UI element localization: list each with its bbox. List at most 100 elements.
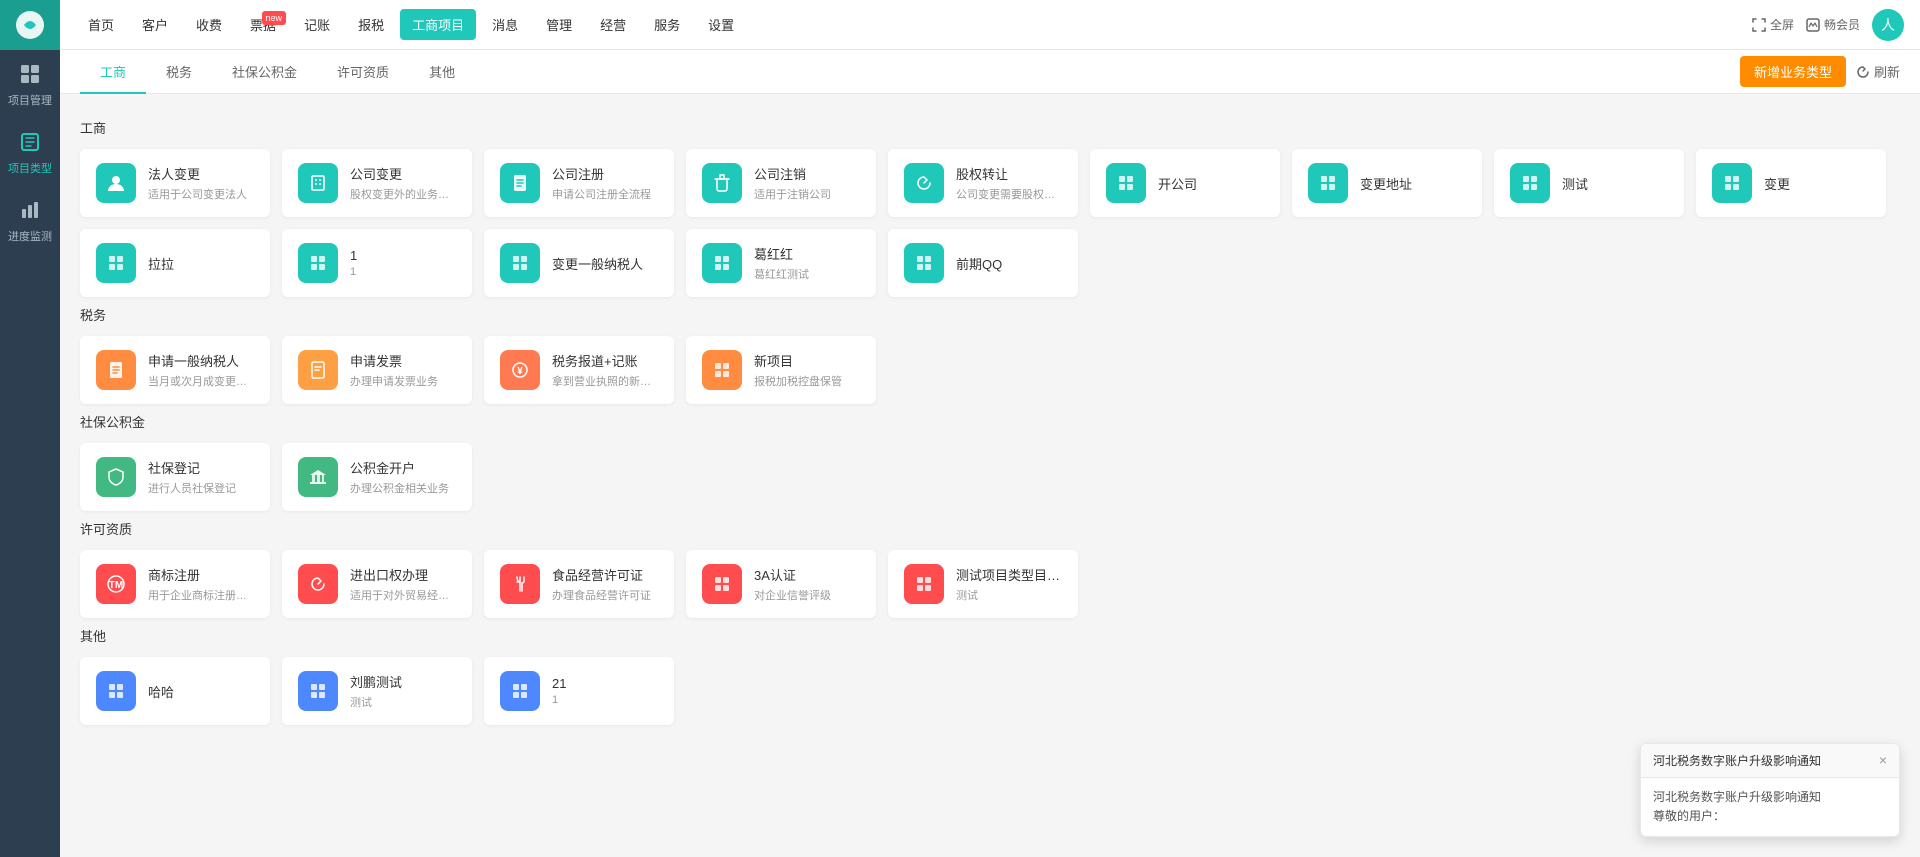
fullscreen-btn[interactable]: 全屏 — [1752, 16, 1794, 33]
vip-btn[interactable]: 畅会员 — [1806, 16, 1860, 33]
nav-home[interactable]: 首页 — [76, 9, 126, 40]
refresh-button[interactable]: 刷新 — [1856, 62, 1900, 81]
refresh-icon — [1856, 65, 1870, 79]
card-3a-cert[interactable]: 3A认证对企业信誉评级 — [686, 550, 876, 618]
nav-operation[interactable]: 经营 — [588, 9, 638, 40]
section-title-tax-section: 税务 — [80, 305, 1900, 324]
nav-accounting[interactable]: 记账 — [292, 9, 342, 40]
card-name-open-company: 开公司 — [1158, 174, 1264, 193]
card-name-company-cancel: 公司注销 — [754, 164, 860, 183]
sidebar-item-project-manage[interactable]: 项目管理 — [0, 50, 60, 118]
content-area: 工商 税务 社保公积金 许可资质 其他 新增业务类型 刷新 工商法人变更适用于公… — [60, 50, 1920, 857]
ticket-badge: new — [262, 11, 287, 25]
nav-service[interactable]: 服务 — [642, 9, 692, 40]
card-food-license[interactable]: 食品经营许可证办理食品经营许可证 — [484, 550, 674, 618]
card-name-apply-general-taxpayer: 申请一般纳税人 — [148, 351, 254, 370]
card-icon-trademark-register: TM — [96, 564, 136, 604]
card-icon-open-company — [1106, 163, 1146, 203]
page-content: 工商法人变更适用于公司变更法人公司变更股权变更外的业务变更公司注册申请公司注册全… — [60, 94, 1920, 857]
card-desc-company-cancel: 适用于注销公司 — [754, 186, 860, 202]
card-social-register[interactable]: 社保登记进行人员社保登记 — [80, 443, 270, 511]
card-haha[interactable]: 哈哈 — [80, 657, 270, 725]
card-name-social-register: 社保登记 — [148, 458, 254, 477]
card-icon-gehonghong — [702, 243, 742, 283]
card-desc-import-export: 适用于对外贸易经营者 — [350, 587, 456, 603]
card-apply-general-taxpayer[interactable]: 申请一般纳税人当月或次月成变更完成 — [80, 336, 270, 404]
sub-tabs-right: 新增业务类型 刷新 — [1740, 56, 1900, 87]
card-company-register[interactable]: 公司注册申请公司注册全流程 — [484, 149, 674, 217]
card-gehonghong[interactable]: 葛红红葛红红测试 — [686, 229, 876, 297]
notification-body: 河北税务数字账户升级影响通知 尊敬的用户： — [1641, 778, 1899, 836]
tab-other[interactable]: 其他 — [409, 50, 475, 94]
card-name-liupeng-test: 刘鹏测试 — [350, 672, 456, 691]
card-icon-lala — [96, 243, 136, 283]
card-name-trademark-register: 商标注册 — [148, 565, 254, 584]
card-new-project[interactable]: 新项目报税加税控盘保管 — [686, 336, 876, 404]
card-legal-change[interactable]: 法人变更适用于公司变更法人 — [80, 149, 270, 217]
nav-manage[interactable]: 管理 — [534, 9, 584, 40]
sidebar-item-project-type[interactable]: 项目类型 — [0, 118, 60, 186]
card-desc-legal-change: 适用于公司变更法人 — [148, 186, 254, 202]
card-desc-social-register: 进行人员社保登记 — [148, 480, 254, 496]
card-name-import-export: 进出口权办理 — [350, 565, 456, 584]
nav-client[interactable]: 客户 — [130, 9, 180, 40]
card-name-company-register: 公司注册 — [552, 164, 658, 183]
card-name-legal-change: 法人变更 — [148, 164, 254, 183]
card-desc-apply-general-taxpayer: 当月或次月成变更完成 — [148, 373, 254, 389]
card-desc-trademark-register: 用于企业商标注册服务 — [148, 587, 254, 603]
card-icon-company-change — [298, 163, 338, 203]
tab-social-fund[interactable]: 社保公积金 — [212, 50, 317, 94]
card-tax-report-accounting[interactable]: ¥税务报道+记账拿到营业执照的新公司 — [484, 336, 674, 404]
nav-message[interactable]: 消息 — [480, 9, 530, 40]
notification-title: 河北税务数字账户升级影响通知 — [1653, 752, 1821, 769]
card-desc-test-type-def: 测试 — [956, 587, 1062, 603]
card-icon-legal-change — [96, 163, 136, 203]
nav-ticket[interactable]: 票据 new — [238, 9, 288, 40]
card-name-test-type-def: 测试项目类型目定义 — [956, 565, 1062, 584]
card-change-taxpayer[interactable]: 变更一般纳税人 — [484, 229, 674, 297]
card-icon-fund-account — [298, 457, 338, 497]
section-title-industry-section: 工商 — [80, 118, 1900, 137]
card-desc-item-21: 1 — [552, 694, 658, 706]
card-company-change[interactable]: 公司变更股权变更外的业务变更 — [282, 149, 472, 217]
user-avatar[interactable]: 人 — [1872, 9, 1904, 41]
card-import-export[interactable]: 进出口权办理适用于对外贸易经营者 — [282, 550, 472, 618]
card-change[interactable]: 变更 — [1696, 149, 1886, 217]
card-lala[interactable]: 拉拉 — [80, 229, 270, 297]
new-type-button[interactable]: 新增业务类型 — [1740, 56, 1846, 87]
card-apply-invoice[interactable]: 申请发票办理申请发票业务 — [282, 336, 472, 404]
section-title-license-section: 许可资质 — [80, 519, 1900, 538]
card-desc-company-change: 股权变更外的业务变更 — [350, 186, 456, 202]
card-name-tax-report-accounting: 税务报道+记账 — [552, 351, 658, 370]
cards-grid-social-fund-section: 社保登记进行人员社保登记公积金开户办理公积金相关业务 — [80, 443, 1900, 511]
card-trademark-register[interactable]: TM 商标注册用于企业商标注册服务 — [80, 550, 270, 618]
card-company-cancel[interactable]: 公司注销适用于注销公司 — [686, 149, 876, 217]
nav-settings[interactable]: 设置 — [696, 9, 746, 40]
card-name-company-change: 公司变更 — [350, 164, 456, 183]
card-item-21[interactable]: 211 — [484, 657, 674, 725]
nav-tax[interactable]: 报税 — [346, 9, 396, 40]
card-item-1[interactable]: 11 — [282, 229, 472, 297]
nav-billing[interactable]: 收费 — [184, 9, 234, 40]
card-change-address[interactable]: 变更地址 — [1292, 149, 1482, 217]
card-pre-qq[interactable]: 前期QQ — [888, 229, 1078, 297]
tab-license[interactable]: 许可资质 — [317, 50, 409, 94]
card-icon-liupeng-test — [298, 671, 338, 711]
tab-industry[interactable]: 工商 — [80, 50, 146, 94]
card-fund-account[interactable]: 公积金开户办理公积金相关业务 — [282, 443, 472, 511]
card-icon-change — [1712, 163, 1752, 203]
nav-industry[interactable]: 工商项目 — [400, 9, 476, 40]
card-icon-company-cancel — [702, 163, 742, 203]
card-icon-company-register — [500, 163, 540, 203]
notification-popup: 河北税务数字账户升级影响通知 × 河北税务数字账户升级影响通知 尊敬的用户： — [1640, 743, 1900, 837]
card-open-company[interactable]: 开公司 — [1090, 149, 1280, 217]
vip-icon — [1806, 18, 1820, 32]
card-test[interactable]: 测试 — [1494, 149, 1684, 217]
sidebar-item-progress-monitor[interactable]: 进度监测 — [0, 186, 60, 254]
card-liupeng-test[interactable]: 刘鹏测试测试 — [282, 657, 472, 725]
tab-tax[interactable]: 税务 — [146, 50, 212, 94]
card-equity-transfer[interactable]: 股权转让公司变更需要股权转让 — [888, 149, 1078, 217]
notification-close-btn[interactable]: × — [1879, 752, 1887, 768]
main-area: 首页 客户 收费 票据 new 记账 报税 工商项目 消息 管理 经营 服务 设… — [60, 0, 1920, 857]
card-test-type-def[interactable]: 测试项目类型目定义测试 — [888, 550, 1078, 618]
